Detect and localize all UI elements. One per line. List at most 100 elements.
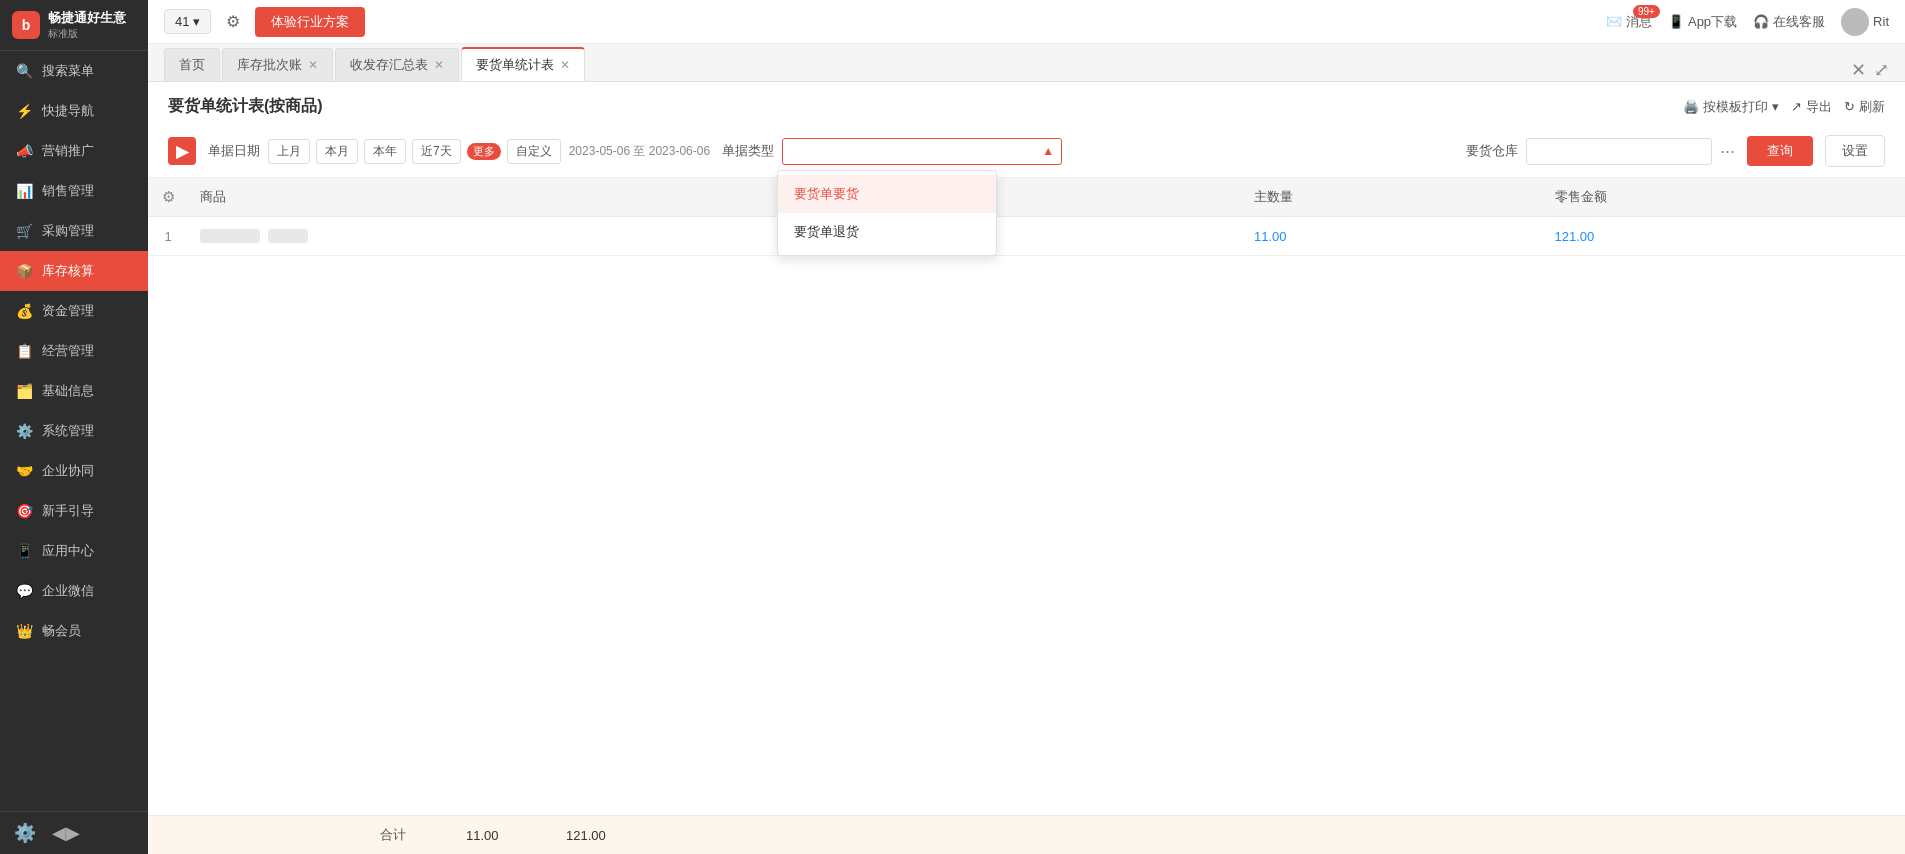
refresh-action[interactable]: ↻ 刷新 [1844, 98, 1885, 116]
type-input-wrapper: ▲ [782, 138, 1062, 165]
date-range-display: 2023-05-06 至 2023-06-06 [569, 143, 710, 160]
sidebar-item-search[interactable]: 🔍搜索菜单 [0, 51, 148, 91]
maximize-icon[interactable]: ⤢ [1874, 59, 1889, 81]
footer-label: 合计 [160, 826, 406, 844]
window-controls: ✕ ⤢ [1851, 59, 1889, 81]
filter-bar: ▶ 单据日期 上月 本月 本年 近7天 更多 自定义 2023-05-06 至 … [148, 125, 1905, 178]
date-btn-7days[interactable]: 近7天 [412, 139, 461, 164]
query-button[interactable]: 查询 [1747, 136, 1813, 166]
online-service-area[interactable]: 🎧 在线客服 [1753, 13, 1825, 31]
print-action[interactable]: 🖨️ 按模板打印 ▾ [1683, 98, 1779, 116]
phone-icon: 📱 [1668, 14, 1684, 29]
sidebar-label-system: 系统管理 [42, 422, 94, 440]
sidebar-item-enterprise[interactable]: 🤝 企业协同 [0, 451, 148, 491]
app-download-area[interactable]: 📱 App下载 [1668, 13, 1737, 31]
th-product: 商品 [188, 178, 818, 217]
filter-expand-btn[interactable]: ▶ [168, 137, 196, 165]
tabs-bar: 首页库存批次账✕收发存汇总表✕要货单统计表✕ ✕ ⤢ [148, 44, 1905, 82]
online-service-label: 在线客服 [1773, 13, 1825, 31]
logo-text: 畅捷通好生意 标准版 [48, 10, 126, 40]
table-row: 1 块 11.00 121.00 [148, 217, 1905, 256]
collapse-icon[interactable]: ◀▶ [52, 822, 80, 844]
th-amount: 零售金额 [1543, 178, 1906, 217]
topbar-left: 41 ▾ ⚙ 体验行业方案 [164, 7, 365, 37]
date-more-badge[interactable]: 更多 [467, 143, 501, 160]
close-window-icon[interactable]: ✕ [1851, 59, 1866, 81]
sidebar-item-finance[interactable]: 💰资金管理 [0, 291, 148, 331]
dropdown-item-label: 要货单退货 [794, 224, 859, 239]
footer-amount: 121.00 [506, 828, 606, 843]
enterprise-icon: 🤝 [14, 461, 34, 481]
type-dropdown-toggle[interactable]: ▲ [1042, 144, 1054, 158]
filter-more-icon[interactable]: ··· [1720, 141, 1735, 162]
sidebar-item-wechat[interactable]: 💬企业微信 [0, 571, 148, 611]
page-actions: 🖨️ 按模板打印 ▾ ↗ 导出 ↻ 刷新 [1683, 98, 1885, 116]
settings-button[interactable]: 设置 [1825, 135, 1885, 167]
dropdown-item-yaohuodan-yaohuo[interactable]: 要货单要货 [778, 175, 996, 213]
notification-area[interactable]: ✉️ 消息 99+ [1606, 13, 1652, 31]
user-name: Rit [1873, 14, 1889, 29]
tab-label: 首页 [179, 56, 205, 74]
sidebar-item-guide[interactable]: 🎯新手引导 [0, 491, 148, 531]
td-product [188, 217, 818, 256]
main-area: 41 ▾ ⚙ 体验行业方案 ✉️ 消息 99+ 📱 App下载 🎧 在线客服 [148, 0, 1905, 854]
sidebar-label-purchase: 采购管理 [42, 222, 94, 240]
tab-close-icon[interactable]: ✕ [560, 58, 570, 72]
topbar: 41 ▾ ⚙ 体验行业方案 ✉️ 消息 99+ 📱 App下载 🎧 在线客服 [148, 0, 1905, 44]
quick-nav-icon: ⚡ [14, 101, 34, 121]
type-filter-input[interactable] [782, 138, 1062, 165]
sidebar-label-basic: 基础信息 [42, 382, 94, 400]
app-logo: b 畅捷通好生意 标准版 [0, 0, 148, 51]
dropdown-item-yaohuodan-tuihuo[interactable]: 要货单退货 [778, 213, 996, 251]
finance-icon: 💰 [14, 301, 34, 321]
sidebar-item-sales[interactable]: 📊 销售管理 [0, 171, 148, 211]
notification-badge: 99+ [1633, 5, 1660, 18]
th-qty: 主数量 [1242, 178, 1542, 217]
sidebar-label-sales: 销售管理 [42, 182, 94, 200]
date-btn-this-month[interactable]: 本月 [316, 139, 358, 164]
settings-icon[interactable]: ⚙️ [14, 822, 36, 844]
app-download-label: App下载 [1688, 13, 1737, 31]
sidebar-nav: 🔍搜索菜单⚡快捷导航📣营销推广 📊 销售管理 🛒采购管理📦库存核算💰资金管理📋经营管理… [0, 51, 148, 811]
tab-close-icon[interactable]: ✕ [308, 58, 318, 72]
warehouse-filter-input[interactable] [1526, 138, 1712, 165]
headset-icon: 🎧 [1753, 14, 1769, 29]
message-icon: ✉️ [1606, 14, 1622, 29]
date-btn-this-year[interactable]: 本年 [364, 139, 406, 164]
tab-close-icon[interactable]: ✕ [434, 58, 444, 72]
sidebar-item-inventory[interactable]: 📦库存核算 [0, 251, 148, 291]
export-action[interactable]: ↗ 导出 [1791, 98, 1832, 116]
member-icon: 👑 [14, 621, 34, 641]
date-custom-btn[interactable]: 自定义 [507, 139, 561, 164]
sidebar-item-marketing[interactable]: 📣营销推广 [0, 131, 148, 171]
sales-icon: 📊 [14, 181, 34, 201]
logo-icon: b [12, 11, 40, 39]
sidebar-label-enterprise: 企业协同 [42, 462, 94, 480]
sidebar-item-quick-nav[interactable]: ⚡快捷导航 [0, 91, 148, 131]
user-info[interactable]: Rit [1841, 8, 1889, 36]
sidebar-item-appcenter[interactable]: 📱应用中心 [0, 531, 148, 571]
sidebar-item-basic[interactable]: 🗂️基础信息 [0, 371, 148, 411]
sidebar-item-member[interactable]: 👑畅会员 [0, 611, 148, 651]
sidebar-item-purchase[interactable]: 🛒采购管理 [0, 211, 148, 251]
sidebar: b 畅捷通好生意 标准版 🔍搜索菜单⚡快捷导航📣营销推广 📊 销售管理 🛒采购管理📦库… [0, 0, 148, 854]
product-placeholder1 [200, 229, 260, 243]
system-icon: ⚙️ [14, 421, 34, 441]
td-amount[interactable]: 121.00 [1543, 217, 1906, 256]
tab-收发存汇总表[interactable]: 收发存汇总表✕ [335, 48, 459, 81]
sidebar-item-operation[interactable]: 📋经营管理 [0, 331, 148, 371]
appcenter-icon: 📱 [14, 541, 34, 561]
sidebar-bottom: ⚙️ ◀▶ [0, 811, 148, 854]
table-container: ⚙ 商品 主计量单位 主数量 零售金额 1 块 11.00 121.00 [148, 178, 1905, 815]
promo-button[interactable]: 体验行业方案 [255, 7, 365, 37]
date-btn-last-month[interactable]: 上月 [268, 139, 310, 164]
tab-首页[interactable]: 首页 [164, 48, 220, 81]
topbar-gear-icon[interactable]: ⚙ [219, 8, 247, 36]
type-filter-section: 单据类型 ▲ 要货单要货 要货单退货 [722, 138, 1062, 165]
branch-selector[interactable]: 41 ▾ [164, 9, 211, 34]
table-settings-th[interactable]: ⚙ [148, 178, 188, 217]
td-qty[interactable]: 11.00 [1242, 217, 1542, 256]
sidebar-item-system[interactable]: ⚙️ 系统管理 [0, 411, 148, 451]
tab-库存批次账[interactable]: 库存批次账✕ [222, 48, 333, 81]
tab-要货单统计表[interactable]: 要货单统计表✕ [461, 47, 585, 81]
